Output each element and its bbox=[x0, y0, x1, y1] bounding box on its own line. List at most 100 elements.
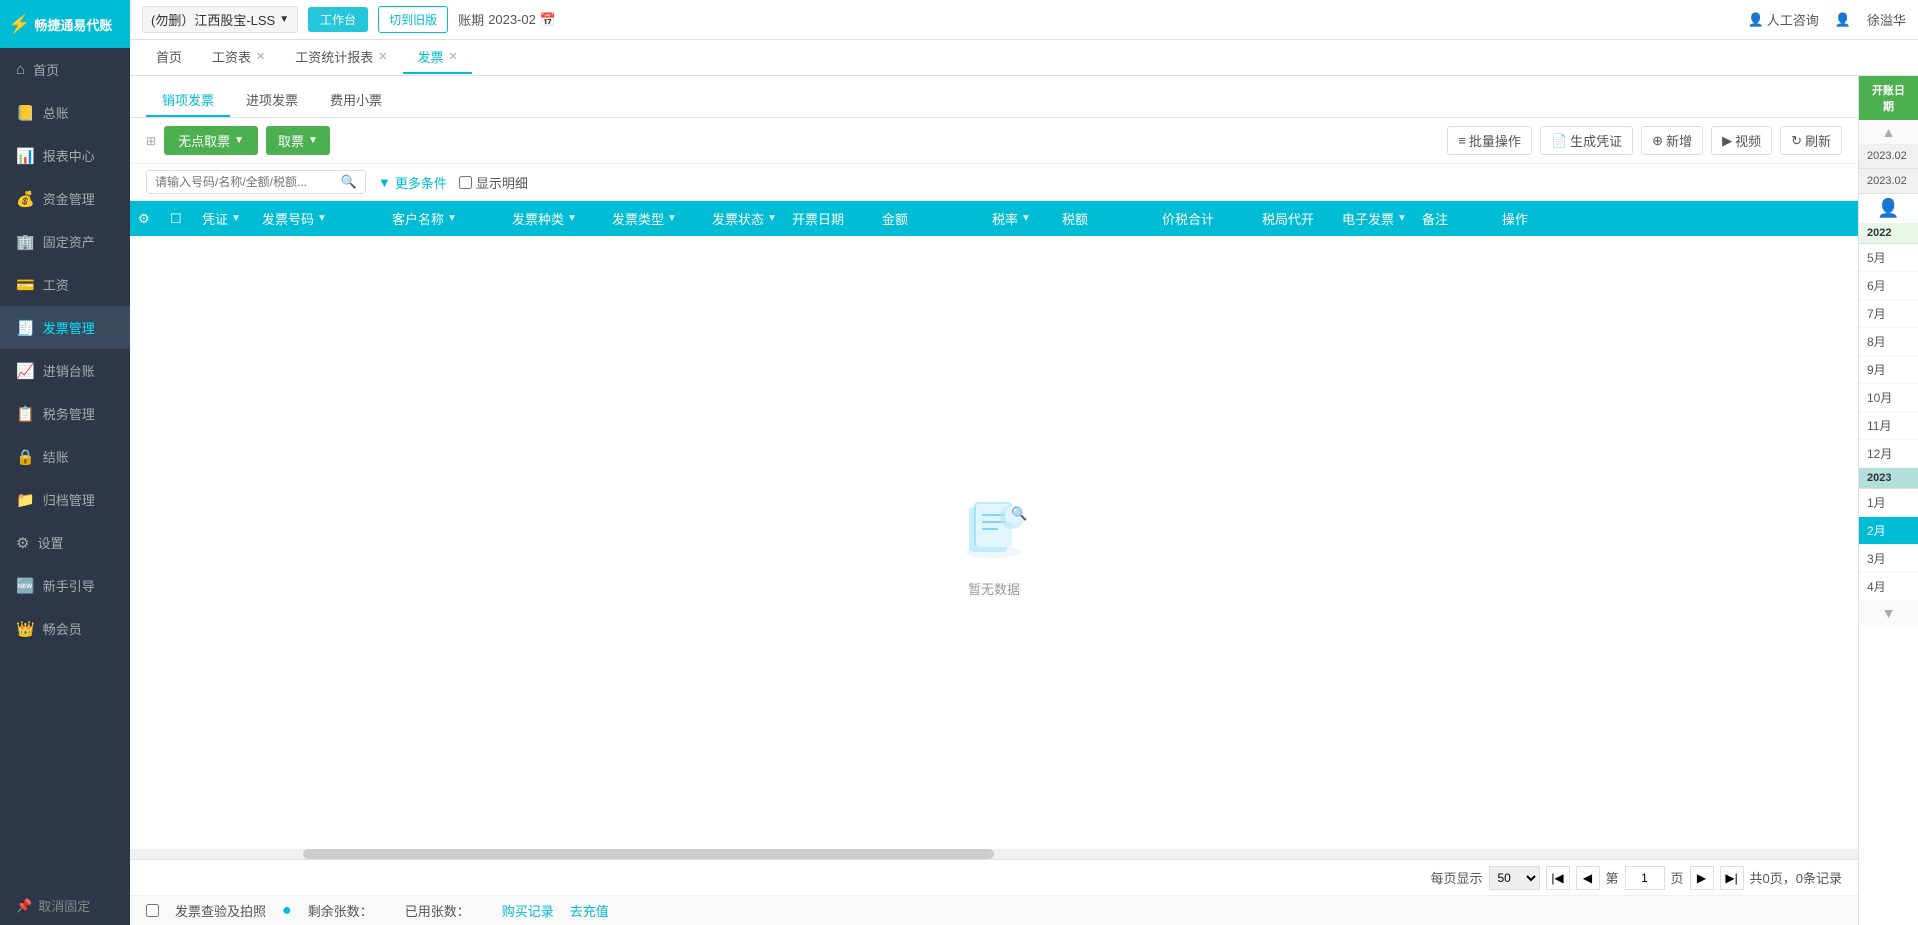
first-page-btn[interactable]: |◀ bbox=[1546, 866, 1570, 890]
sidebar-item-tax[interactable]: 📋 税务管理 bbox=[0, 392, 130, 435]
period-label: 账期 bbox=[458, 10, 484, 29]
th-voucher-sort[interactable]: ▼ bbox=[231, 213, 241, 224]
sidebar-item-member[interactable]: 👑 畅会员 bbox=[0, 607, 130, 650]
tab-payroll-stat-close[interactable]: ✕ bbox=[378, 50, 387, 63]
check-dot: ● bbox=[282, 902, 292, 920]
sidebar-item-funds[interactable]: 💰 资金管理 bbox=[0, 177, 130, 220]
tab-payroll-stat-label: 工资统计报表 bbox=[295, 47, 373, 66]
tab-invoice-close[interactable]: ✕ bbox=[449, 50, 458, 63]
search-input[interactable] bbox=[155, 175, 336, 189]
per-page-select[interactable]: 50 100 200 bbox=[1489, 866, 1540, 890]
sidebar-item-archive[interactable]: 📁 归档管理 bbox=[0, 478, 130, 521]
recharge-link[interactable]: 去充值 bbox=[570, 901, 609, 920]
settings-icon: ⚙ bbox=[16, 534, 29, 552]
gen-voucher-button[interactable]: 📄 生成凭证 bbox=[1540, 126, 1633, 155]
scrollbar-thumb[interactable] bbox=[303, 849, 994, 859]
subtab-purchase-invoice[interactable]: 进项发票 bbox=[230, 84, 314, 117]
th-customer-sort[interactable]: ▼ bbox=[447, 213, 457, 224]
sidebar-item-sales[interactable]: 📈 进销台账 bbox=[0, 349, 130, 392]
date-month-2023-3[interactable]: 3月 bbox=[1859, 545, 1918, 573]
th-einvoice: 电子发票 ▼ bbox=[1334, 209, 1414, 228]
tab-payroll-close[interactable]: ✕ bbox=[256, 50, 265, 63]
next-page-btn[interactable]: ▶ bbox=[1690, 866, 1714, 890]
sidebar-item-guide[interactable]: 🆕 新手引导 bbox=[0, 564, 130, 607]
invoice-verify-checkbox[interactable] bbox=[146, 904, 159, 917]
new-button[interactable]: ⊕ 新增 bbox=[1641, 126, 1703, 155]
date-month-9[interactable]: 9月 bbox=[1859, 356, 1918, 384]
date-month-7[interactable]: 7月 bbox=[1859, 300, 1918, 328]
th-amount: 金额 bbox=[874, 209, 984, 228]
video-button[interactable]: ▶ 视频 bbox=[1711, 126, 1772, 155]
sidebar-item-label: 新手引导 bbox=[43, 576, 95, 595]
date-month-10[interactable]: 10月 bbox=[1859, 384, 1918, 412]
th-taxrate: 税率 ▼ bbox=[984, 209, 1054, 228]
date-month-2023-4[interactable]: 4月 bbox=[1859, 573, 1918, 601]
date-month-12[interactable]: 12月 bbox=[1859, 440, 1918, 468]
date-person-icon: 👤 bbox=[1859, 194, 1918, 223]
purchase-link[interactable]: 购买记录 bbox=[502, 901, 554, 920]
th-invoicestatus-sort[interactable]: ▼ bbox=[767, 213, 777, 224]
date-month-2023-2[interactable]: 2月 bbox=[1859, 517, 1918, 545]
th-note: 备注 bbox=[1414, 209, 1494, 228]
sidebar-item-reports[interactable]: 📊 报表中心 bbox=[0, 134, 130, 177]
sidebar-pin[interactable]: 📌 取消固定 bbox=[0, 886, 130, 925]
date-scroll-down-btn[interactable]: ▼ bbox=[1859, 601, 1918, 625]
date-month-8[interactable]: 8月 bbox=[1859, 328, 1918, 356]
date-scroll-up-btn[interactable]: ▲ bbox=[1859, 120, 1918, 144]
th-invoicekind-sort[interactable]: ▼ bbox=[667, 213, 677, 224]
batch-ops-button[interactable]: ≡ 批量操作 bbox=[1447, 126, 1532, 155]
page-label: 第 bbox=[1606, 868, 1619, 887]
horizontal-scrollbar[interactable] bbox=[130, 849, 1858, 859]
archive-icon: 📁 bbox=[16, 491, 35, 509]
more-conditions-btn[interactable]: ▼ 更多条件 bbox=[378, 173, 447, 192]
sidebar-item-assets[interactable]: 🏢 固定资产 bbox=[0, 220, 130, 263]
sidebar-item-close[interactable]: 🔒 结账 bbox=[0, 435, 130, 478]
workbench-button[interactable]: 工作台 bbox=[308, 7, 368, 32]
sidebar-item-payroll[interactable]: 💳 工资 bbox=[0, 263, 130, 306]
batch-ops-label: 批量操作 bbox=[1469, 131, 1521, 150]
th-taxrate-sort[interactable]: ▼ bbox=[1021, 213, 1031, 224]
grid-icon: ⊞ bbox=[146, 134, 156, 148]
sidebar-item-ledger[interactable]: 📒 总账 bbox=[0, 91, 130, 134]
no-ticket-button[interactable]: 无点取票 ▼ bbox=[164, 126, 258, 155]
page-input[interactable] bbox=[1625, 866, 1665, 890]
sidebar-item-home[interactable]: ⌂ 首页 bbox=[0, 48, 130, 91]
date-month-5[interactable]: 5月 bbox=[1859, 244, 1918, 272]
pagination-footer: 每页显示 50 100 200 |◀ ◀ 第 页 ▶ ▶| 共0页，0条记录 bbox=[130, 859, 1858, 895]
th-invoiceno-sort[interactable]: ▼ bbox=[317, 213, 327, 224]
th-voucher: 凭证 ▼ bbox=[194, 209, 254, 228]
empty-text: 暂无数据 bbox=[968, 579, 1020, 598]
th-check[interactable]: ☐ bbox=[162, 211, 194, 227]
show-detail-toggle[interactable]: 显示明细 bbox=[459, 173, 528, 192]
tab-home[interactable]: 首页 bbox=[142, 41, 196, 74]
tab-invoice[interactable]: 发票 ✕ bbox=[403, 41, 471, 74]
refresh-button[interactable]: ↻ 刷新 bbox=[1780, 126, 1842, 155]
tabbar: 首页 工资表 ✕ 工资统计报表 ✕ 发票 ✕ bbox=[130, 40, 1918, 76]
support-btn[interactable]: 👤 人工咨询 bbox=[1748, 10, 1819, 29]
last-page-btn[interactable]: ▶| bbox=[1720, 866, 1744, 890]
th-einvoice-sort[interactable]: ▼ bbox=[1397, 213, 1407, 224]
ticket-button[interactable]: 取票 ▼ bbox=[266, 126, 330, 155]
date-month-11[interactable]: 11月 bbox=[1859, 412, 1918, 440]
company-selector[interactable]: (勿删）江西股宝-LSS ▼ bbox=[142, 6, 298, 33]
th-invoicetype-sort[interactable]: ▼ bbox=[567, 213, 577, 224]
show-detail-checkbox[interactable] bbox=[459, 176, 472, 189]
prev-page-btn[interactable]: ◀ bbox=[1576, 866, 1600, 890]
main-area: (勿删）江西股宝-LSS ▼ 工作台 切到旧版 账期 2023-02 📅 👤 人… bbox=[130, 0, 1918, 925]
sidebar-item-settings[interactable]: ⚙ 设置 bbox=[0, 521, 130, 564]
subtab-expense[interactable]: 费用小票 bbox=[314, 84, 398, 117]
sidebar-item-invoice[interactable]: 🧾 发票管理 bbox=[0, 306, 130, 349]
subtab-expense-label: 费用小票 bbox=[330, 93, 382, 108]
date-month-2023-1[interactable]: 1月 bbox=[1859, 489, 1918, 517]
subtab-purchase-label: 进项发票 bbox=[246, 93, 298, 108]
open-period-button[interactable]: 开账日期 bbox=[1859, 76, 1918, 120]
tab-payroll-stat[interactable]: 工资统计报表 ✕ bbox=[281, 41, 401, 74]
switch-version-button[interactable]: 切到旧版 bbox=[378, 6, 448, 33]
th-settings[interactable]: ⚙ bbox=[130, 211, 162, 227]
tab-payroll[interactable]: 工资表 ✕ bbox=[198, 41, 279, 74]
subtab-sales-invoice[interactable]: 销项发票 bbox=[146, 84, 230, 117]
gen-voucher-label: 生成凭证 bbox=[1570, 131, 1622, 150]
date-month-6[interactable]: 6月 bbox=[1859, 272, 1918, 300]
new-icon: ⊕ bbox=[1652, 133, 1663, 149]
th-taxcode: 税局代开 bbox=[1254, 209, 1334, 228]
